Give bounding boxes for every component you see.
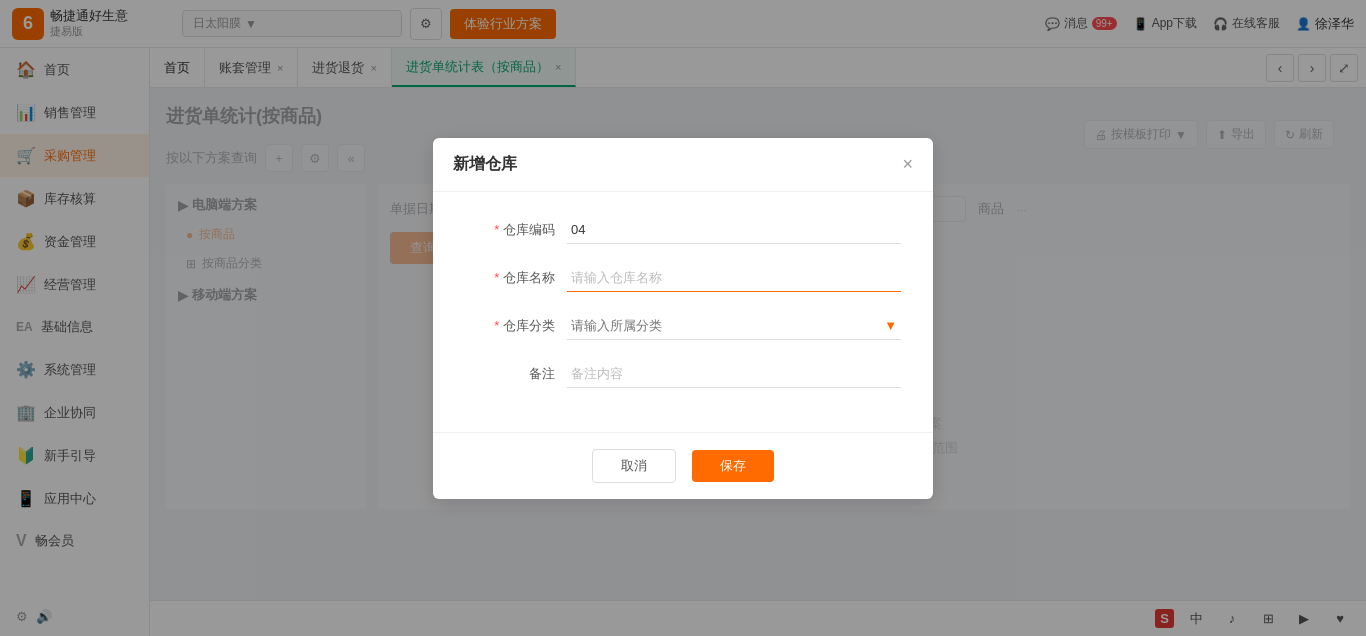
modal-overlay: 新增仓库 × 仓库编码 仓库名称 仓库分类 ▼: [0, 0, 1366, 525]
save-button[interactable]: 保存: [692, 450, 774, 482]
warehouse-name-label: 仓库名称: [465, 269, 555, 287]
warehouse-name-input[interactable]: [567, 264, 901, 292]
note-label: 备注: [465, 365, 555, 383]
warehouse-category-select[interactable]: ▼: [567, 312, 901, 340]
warehouse-category-label: 仓库分类: [465, 317, 555, 335]
warehouse-category-row: 仓库分类 ▼: [465, 312, 901, 340]
note-input[interactable]: [567, 360, 901, 388]
modal-footer: 取消 保存: [433, 432, 933, 499]
warehouse-code-row: 仓库编码: [465, 216, 901, 244]
cancel-button[interactable]: 取消: [592, 449, 676, 483]
add-warehouse-modal: 新增仓库 × 仓库编码 仓库名称 仓库分类 ▼: [433, 138, 933, 499]
modal-body: 仓库编码 仓库名称 仓库分类 ▼ 备注: [433, 192, 933, 432]
warehouse-code-input[interactable]: [567, 216, 901, 244]
modal-title: 新增仓库: [453, 154, 517, 175]
modal-close-button[interactable]: ×: [902, 155, 913, 173]
warehouse-code-label: 仓库编码: [465, 221, 555, 239]
warehouse-name-row: 仓库名称: [465, 264, 901, 292]
note-row: 备注: [465, 360, 901, 388]
category-dropdown-arrow[interactable]: ▼: [884, 318, 897, 333]
modal-header: 新增仓库 ×: [433, 138, 933, 192]
warehouse-category-input[interactable]: [571, 318, 884, 333]
